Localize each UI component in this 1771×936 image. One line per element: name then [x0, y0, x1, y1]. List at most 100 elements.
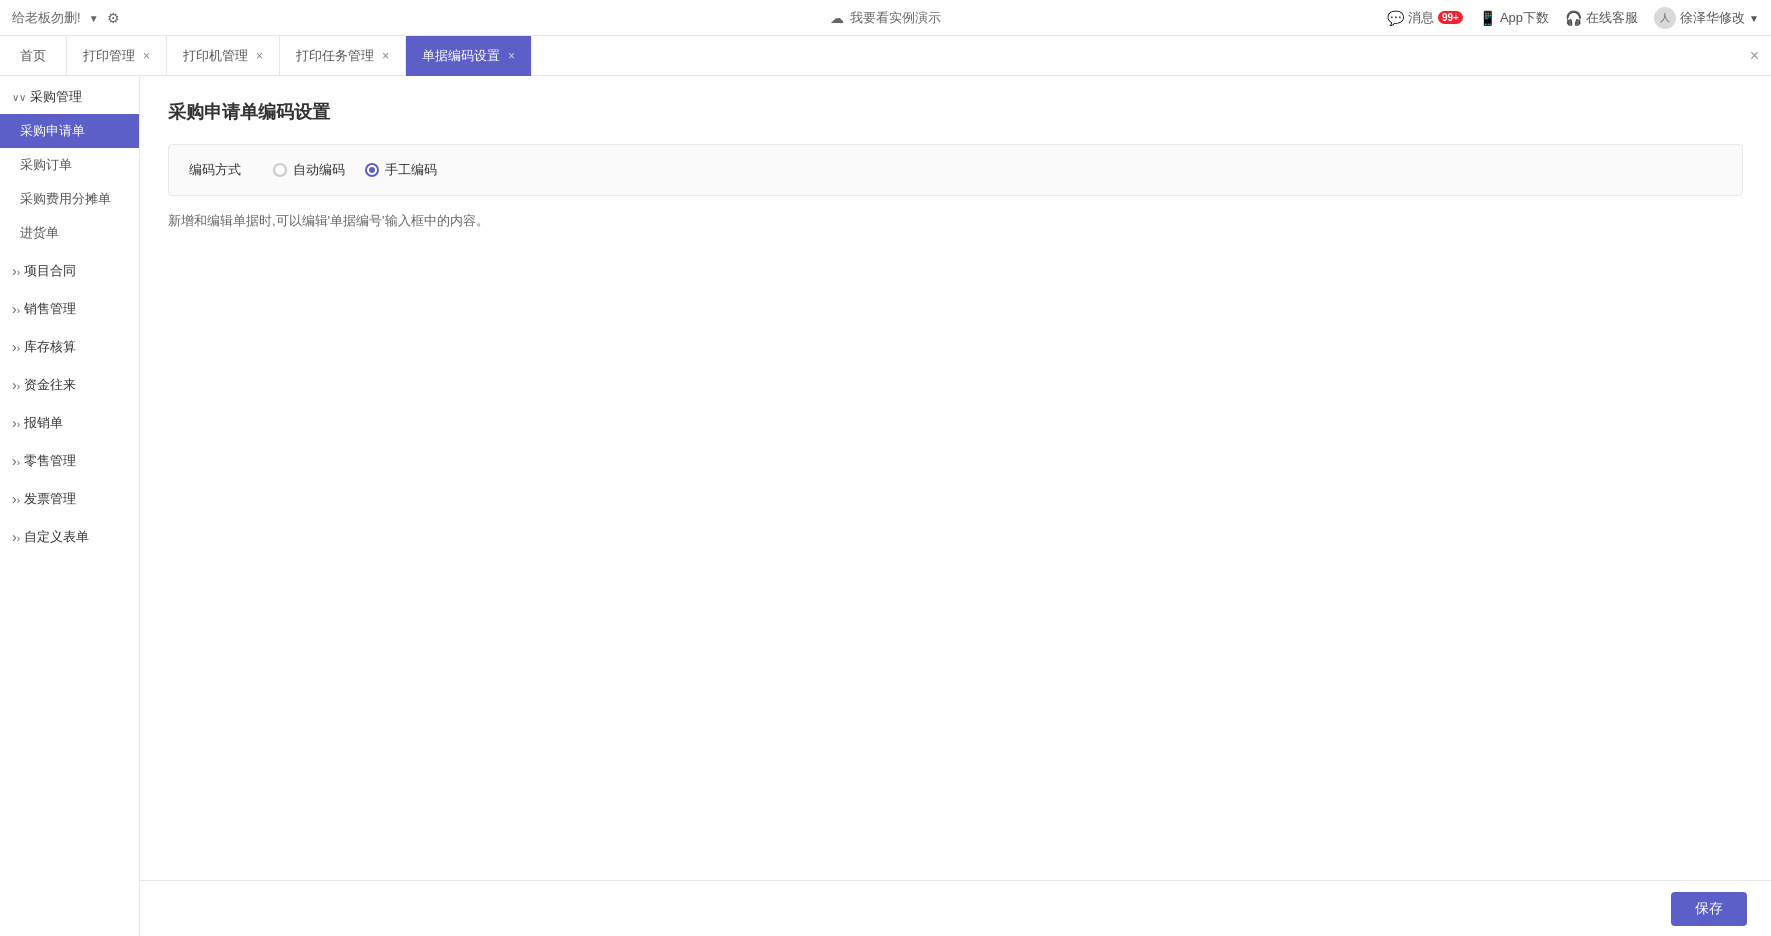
expense-report-group-label: 报销单: [24, 414, 63, 432]
content-inner: 采购申请单编码设置 编码方式 自动编码 手工编码: [140, 76, 1771, 880]
app-label: App下数: [1500, 9, 1549, 27]
sidebar-group-finance: › 资金往来: [0, 368, 139, 402]
retail-group-label: 零售管理: [24, 452, 76, 470]
user-menu[interactable]: 人 徐泽华修改: [1654, 7, 1759, 29]
invoice-expand-icon: ›: [12, 491, 20, 507]
sidebar-item-stock-in[interactable]: 进货单: [0, 216, 139, 250]
radio-manual-label: 手工编码: [385, 161, 437, 179]
save-button[interactable]: 保存: [1671, 892, 1747, 926]
content-area: 采购申请单编码设置 编码方式 自动编码 手工编码: [140, 76, 1771, 936]
encoding-row: 编码方式 自动编码 手工编码: [189, 161, 1722, 179]
tab-print-management-close[interactable]: [143, 49, 150, 63]
top-bar-center: 我要看实例演示: [830, 9, 941, 27]
expense-report-expand-icon: ›: [12, 415, 20, 431]
sidebar-group-project-title[interactable]: › 项目合同: [0, 254, 139, 288]
online-service-button[interactable]: 在线客服: [1565, 9, 1638, 27]
project-group-label: 项目合同: [24, 262, 76, 280]
sidebar-group-custom-form: › 自定义表单: [0, 520, 139, 554]
tab-print-management-label: 打印管理: [83, 47, 135, 65]
inventory-group-label: 库存核算: [24, 338, 76, 356]
sidebar-group-expense-report: › 报销单: [0, 406, 139, 440]
sidebar-group-inventory-title[interactable]: › 库存核算: [0, 330, 139, 364]
tab-doc-encoding-close[interactable]: [508, 49, 515, 63]
top-bar-title: 给老板勿删!: [12, 9, 81, 27]
custom-form-group-label: 自定义表单: [24, 528, 89, 546]
radio-auto-label: 自动编码: [293, 161, 345, 179]
center-text[interactable]: 我要看实例演示: [850, 9, 941, 27]
tab-print-task-management-label: 打印任务管理: [296, 47, 374, 65]
retail-expand-icon: ›: [12, 453, 20, 469]
tab-printer-management[interactable]: 打印机管理: [167, 36, 280, 76]
sales-expand-icon: ›: [12, 301, 20, 317]
sidebar: ∨ 采购管理 采购申请单 采购订单 采购费用分摊单 进货单 › 项目合同: [0, 76, 140, 936]
sidebar-item-purchase-expense[interactable]: 采购费用分摊单: [0, 182, 139, 216]
tab-doc-encoding[interactable]: 单据编码设置: [406, 36, 532, 76]
radio-manual-circle: [365, 163, 379, 177]
sidebar-item-purchase-order[interactable]: 采购订单: [0, 148, 139, 182]
avatar: 人: [1654, 7, 1676, 29]
tab-home[interactable]: 首页: [0, 36, 67, 76]
custom-form-expand-icon: ›: [12, 529, 20, 545]
radio-auto-item[interactable]: 自动编码: [273, 161, 345, 179]
sidebar-group-invoice: › 发票管理: [0, 482, 139, 516]
sidebar-group-purchase: ∨ 采购管理 采购申请单 采购订单 采购费用分摊单 进货单: [0, 80, 139, 250]
invoice-group-label: 发票管理: [24, 490, 76, 508]
user-chevron-icon: [1749, 10, 1759, 25]
tab-doc-encoding-label: 单据编码设置: [422, 47, 500, 65]
user-name: 徐泽华修改: [1680, 9, 1745, 27]
sidebar-item-purchase-order-label: 采购订单: [20, 157, 72, 172]
tab-printer-management-close[interactable]: [256, 49, 263, 63]
top-bar-left: 给老板勿删!: [12, 9, 120, 27]
hint-text: 新增和编辑单据时,可以编辑'单据编号'输入框中的内容。: [168, 212, 1743, 230]
service-icon: [1565, 10, 1582, 26]
page-title: 采购申请单编码设置: [168, 100, 1743, 124]
purchase-expand-icon: ∨: [12, 92, 26, 103]
tab-home-label: 首页: [20, 47, 46, 65]
sidebar-group-retail-title[interactable]: › 零售管理: [0, 444, 139, 478]
content-footer: 保存: [140, 880, 1771, 936]
tab-print-task-close[interactable]: [382, 49, 389, 63]
sidebar-item-stock-in-label: 进货单: [20, 225, 59, 240]
tab-printer-management-label: 打印机管理: [183, 47, 248, 65]
sidebar-group-project: › 项目合同: [0, 254, 139, 288]
app-icon: [1479, 10, 1496, 26]
cloud-icon: [830, 10, 844, 26]
app-download-button[interactable]: App下数: [1479, 9, 1549, 27]
sidebar-item-purchase-expense-label: 采购费用分摊单: [20, 191, 111, 206]
message-icon: [1387, 10, 1404, 26]
sidebar-group-sales-title[interactable]: › 销售管理: [0, 292, 139, 326]
radio-manual-item[interactable]: 手工编码: [365, 161, 437, 179]
purchase-group-label: 采购管理: [30, 88, 82, 106]
finance-group-label: 资金往来: [24, 376, 76, 394]
inventory-expand-icon: ›: [12, 339, 20, 355]
tab-print-task-management[interactable]: 打印任务管理: [280, 36, 406, 76]
encoding-section: 编码方式 自动编码 手工编码: [168, 144, 1743, 196]
main-layout: ∨ 采购管理 采购申请单 采购订单 采购费用分摊单 进货单 › 项目合同: [0, 76, 1771, 936]
project-expand-icon: ›: [12, 263, 20, 279]
chevron-down-icon[interactable]: [89, 10, 99, 25]
tab-bar-close-button[interactable]: ×: [1750, 47, 1759, 65]
message-badge: 99+: [1438, 11, 1463, 24]
radio-auto-circle: [273, 163, 287, 177]
sidebar-group-finance-title[interactable]: › 资金往来: [0, 368, 139, 402]
sidebar-group-custom-form-title[interactable]: › 自定义表单: [0, 520, 139, 554]
sidebar-group-invoice-title[interactable]: › 发票管理: [0, 482, 139, 516]
service-label: 在线客服: [1586, 9, 1638, 27]
sidebar-group-sales: › 销售管理: [0, 292, 139, 326]
tab-bar: 首页 打印管理 打印机管理 打印任务管理 单据编码设置 ×: [0, 36, 1771, 76]
sidebar-item-purchase-request[interactable]: 采购申请单: [0, 114, 139, 148]
gear-icon[interactable]: [107, 10, 120, 26]
sidebar-item-purchase-request-label: 采购申请单: [20, 123, 85, 138]
message-button[interactable]: 消息 99+: [1387, 9, 1463, 27]
message-label: 消息: [1408, 9, 1434, 27]
top-bar: 给老板勿删! 我要看实例演示 消息 99+ App下数 在线客服 人 徐泽华修改: [0, 0, 1771, 36]
sidebar-group-expense-report-title[interactable]: › 报销单: [0, 406, 139, 440]
finance-expand-icon: ›: [12, 377, 20, 393]
sidebar-group-purchase-title[interactable]: ∨ 采购管理: [0, 80, 139, 114]
radio-group: 自动编码 手工编码: [273, 161, 437, 179]
sidebar-group-retail: › 零售管理: [0, 444, 139, 478]
encoding-label: 编码方式: [189, 161, 249, 179]
top-bar-right: 消息 99+ App下数 在线客服 人 徐泽华修改: [1387, 7, 1759, 29]
sidebar-group-inventory: › 库存核算: [0, 330, 139, 364]
tab-print-management[interactable]: 打印管理: [67, 36, 167, 76]
